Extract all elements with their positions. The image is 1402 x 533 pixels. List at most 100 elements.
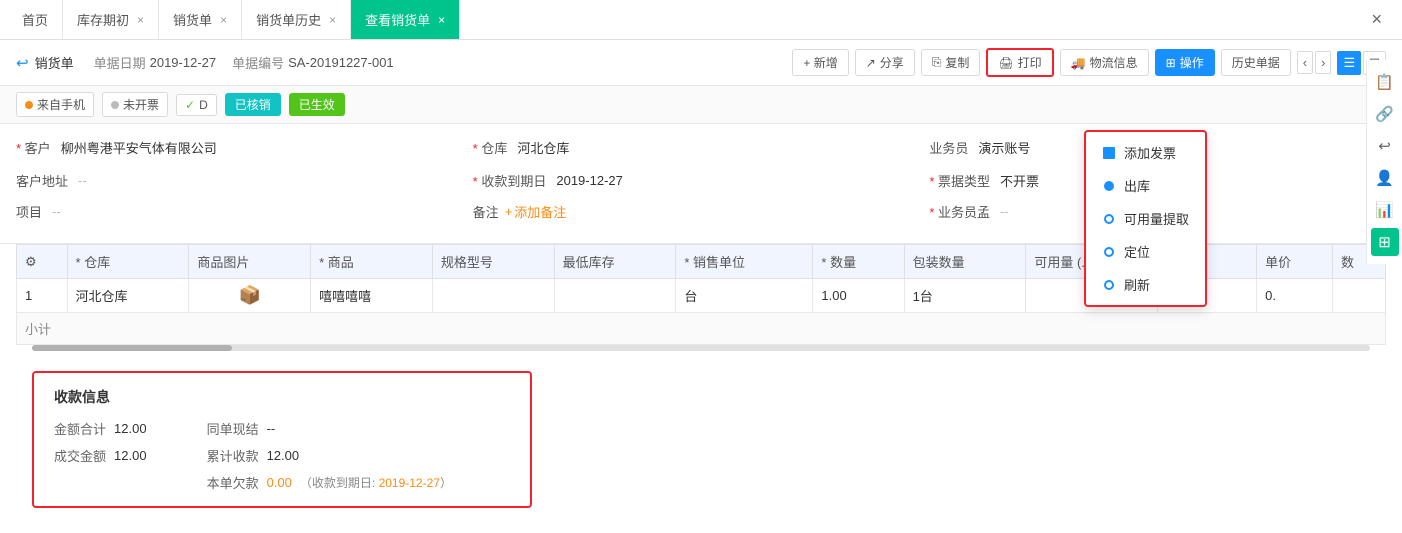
sidebar-icon-5[interactable]: 📊: [1371, 196, 1399, 224]
cell-quantity: 1.00: [813, 279, 904, 313]
next-button[interactable]: ›: [1315, 51, 1331, 74]
share-icon: ↗: [866, 56, 876, 70]
locate-label: 定位: [1124, 242, 1150, 261]
refresh-icon: [1102, 278, 1116, 292]
menu-outbound[interactable]: 出库: [1086, 169, 1205, 202]
received-value: 12.00: [267, 448, 300, 463]
sidebar-icon-4[interactable]: 👤: [1371, 164, 1399, 192]
note-field: 备注 添加备注: [473, 202, 930, 221]
col-product: * 商品: [311, 245, 433, 279]
voided-badge: 已核销: [225, 93, 281, 116]
close-tab-view-sales[interactable]: ×: [438, 13, 445, 27]
cell-warehouse: 河北仓库: [67, 279, 189, 313]
due-date-value: 2019-12-27: [552, 171, 632, 190]
doc-date-value: 2019-12-27: [150, 55, 217, 70]
close-tab-inventory[interactable]: ×: [137, 13, 144, 27]
tab-sales[interactable]: 销货单 ×: [159, 0, 242, 39]
col-quantity: * 数量: [813, 245, 904, 279]
window-close-button[interactable]: ×: [1359, 9, 1394, 30]
owed-label: 本单欠款: [207, 473, 259, 492]
confirm-icon: ✓: [185, 98, 195, 112]
copy-button[interactable]: ⎘ 复制: [921, 49, 981, 76]
new-button[interactable]: + 新增: [792, 49, 848, 76]
ticket-dot-icon: [111, 101, 119, 109]
tab-sales-history[interactable]: 销货单历史 ×: [242, 0, 351, 39]
menu-locate[interactable]: 定位: [1086, 235, 1205, 268]
product-image: 📦: [238, 285, 260, 305]
cell-spec: [432, 279, 554, 313]
total-label: 金额合计: [54, 419, 106, 438]
close-tab-sales[interactable]: ×: [220, 13, 227, 27]
share-button[interactable]: ↗ 分享: [855, 49, 915, 76]
sidebar-icon-3[interactable]: ↩: [1371, 132, 1399, 160]
not-open-button[interactable]: 未开票: [102, 92, 168, 117]
doc-header: ↩ 销货单 单据日期 2019-12-27 单据编号 SA-20191227-0…: [0, 40, 1402, 86]
due-date-field: 收款到期日 2019-12-27: [473, 171, 930, 190]
address-field: 客户地址 --: [16, 171, 473, 190]
available-take-label: 可用量提取: [1124, 209, 1189, 228]
sidebar-icon-expand[interactable]: ⊞: [1371, 228, 1399, 256]
salesperson-label: 业务员孟: [929, 202, 990, 221]
prev-button[interactable]: ‹: [1297, 51, 1313, 74]
col-package: 包装数量: [904, 245, 1026, 279]
payment-deal: 成交金额 12.00: [54, 446, 147, 465]
doc-date-label: 单据日期: [94, 53, 146, 72]
cell-unit-price: 0.: [1257, 279, 1333, 313]
operate-button[interactable]: ⊞ 操作: [1155, 49, 1215, 76]
ticket-label: 票据类型: [929, 171, 990, 190]
logistics-button[interactable]: 🚚 物流信息: [1060, 49, 1149, 76]
customer-label: 客户: [16, 138, 51, 157]
deal-label: 成交金额: [54, 446, 106, 465]
menu-available-take[interactable]: 可用量提取: [1086, 202, 1205, 235]
note-label: 备注: [473, 202, 499, 221]
cell-image: 📦: [189, 279, 311, 313]
table-scrollbar[interactable]: [32, 345, 1370, 351]
print-icon: 🖨: [998, 56, 1013, 70]
address-value: --: [74, 171, 154, 190]
immediate-label: 同单现结: [207, 419, 259, 438]
col-unit-price: 单价: [1257, 245, 1333, 279]
subtotal-label: 小计: [17, 313, 1386, 345]
from-phone-button[interactable]: 来自手机: [16, 92, 94, 117]
project-label: 项目: [16, 202, 42, 221]
tab-home[interactable]: 首页: [8, 0, 63, 39]
cell-no: 1: [17, 279, 68, 313]
ticket-value: 不开票: [996, 169, 1076, 192]
staff-value: 演示账号: [974, 136, 1054, 159]
payment-title: 收款信息: [54, 387, 510, 407]
doc-number-label: 单据编号: [232, 53, 284, 72]
history-button[interactable]: 历史单据: [1221, 49, 1291, 76]
sub-action-row: 来自手机 未开票 ✓ D 已核销 已生效: [0, 86, 1402, 124]
close-tab-sales-history[interactable]: ×: [329, 13, 336, 27]
outbound-icon: [1102, 179, 1116, 193]
payment-immediate: 同单现结 --: [207, 419, 452, 438]
tab-view-sales[interactable]: 查看销货单 ×: [351, 0, 460, 39]
sidebar-icon-2[interactable]: 🔗: [1371, 100, 1399, 128]
list-view-button[interactable]: ☰: [1337, 51, 1361, 75]
print-button[interactable]: 🖨 打印: [986, 48, 1053, 77]
received-label: 累计收款: [207, 446, 259, 465]
payment-total: 金额合计 12.00: [54, 419, 147, 438]
cell-unit: 台: [676, 279, 813, 313]
doc-date-field: 单据日期 2019-12-27: [94, 53, 217, 72]
sidebar-icon-1[interactable]: 📋: [1371, 68, 1399, 96]
doc-type-icon: ↩: [16, 54, 29, 72]
payment-owed: 本单欠款 0.00 （收款到期日: 2019-12-27）: [207, 473, 452, 492]
col-warehouse: * 仓库: [67, 245, 189, 279]
doc-title: ↩ 销货单: [16, 53, 74, 72]
effective-badge: 已生效: [289, 93, 345, 116]
menu-add-invoice[interactable]: 添加发票: [1086, 136, 1205, 169]
add-note-button[interactable]: 添加备注: [505, 202, 567, 221]
col-settings[interactable]: ⚙: [17, 245, 68, 279]
scroll-thumb[interactable]: [32, 345, 232, 351]
confirm-button[interactable]: ✓ D: [176, 94, 217, 116]
warehouse-value: 河北仓库: [513, 136, 593, 159]
menu-refresh[interactable]: 刷新: [1086, 268, 1205, 301]
operate-icon: ⊞: [1166, 56, 1176, 70]
tab-inventory[interactable]: 库存期初 ×: [63, 0, 159, 39]
add-invoice-icon: [1102, 146, 1116, 160]
warehouse-field: 仓库 河北仓库: [473, 136, 930, 159]
refresh-label: 刷新: [1124, 275, 1150, 294]
col-spec: 规格型号: [432, 245, 554, 279]
dropdown-menu: 添加发票 出库 可用量提取 定位 刷新: [1084, 130, 1207, 307]
